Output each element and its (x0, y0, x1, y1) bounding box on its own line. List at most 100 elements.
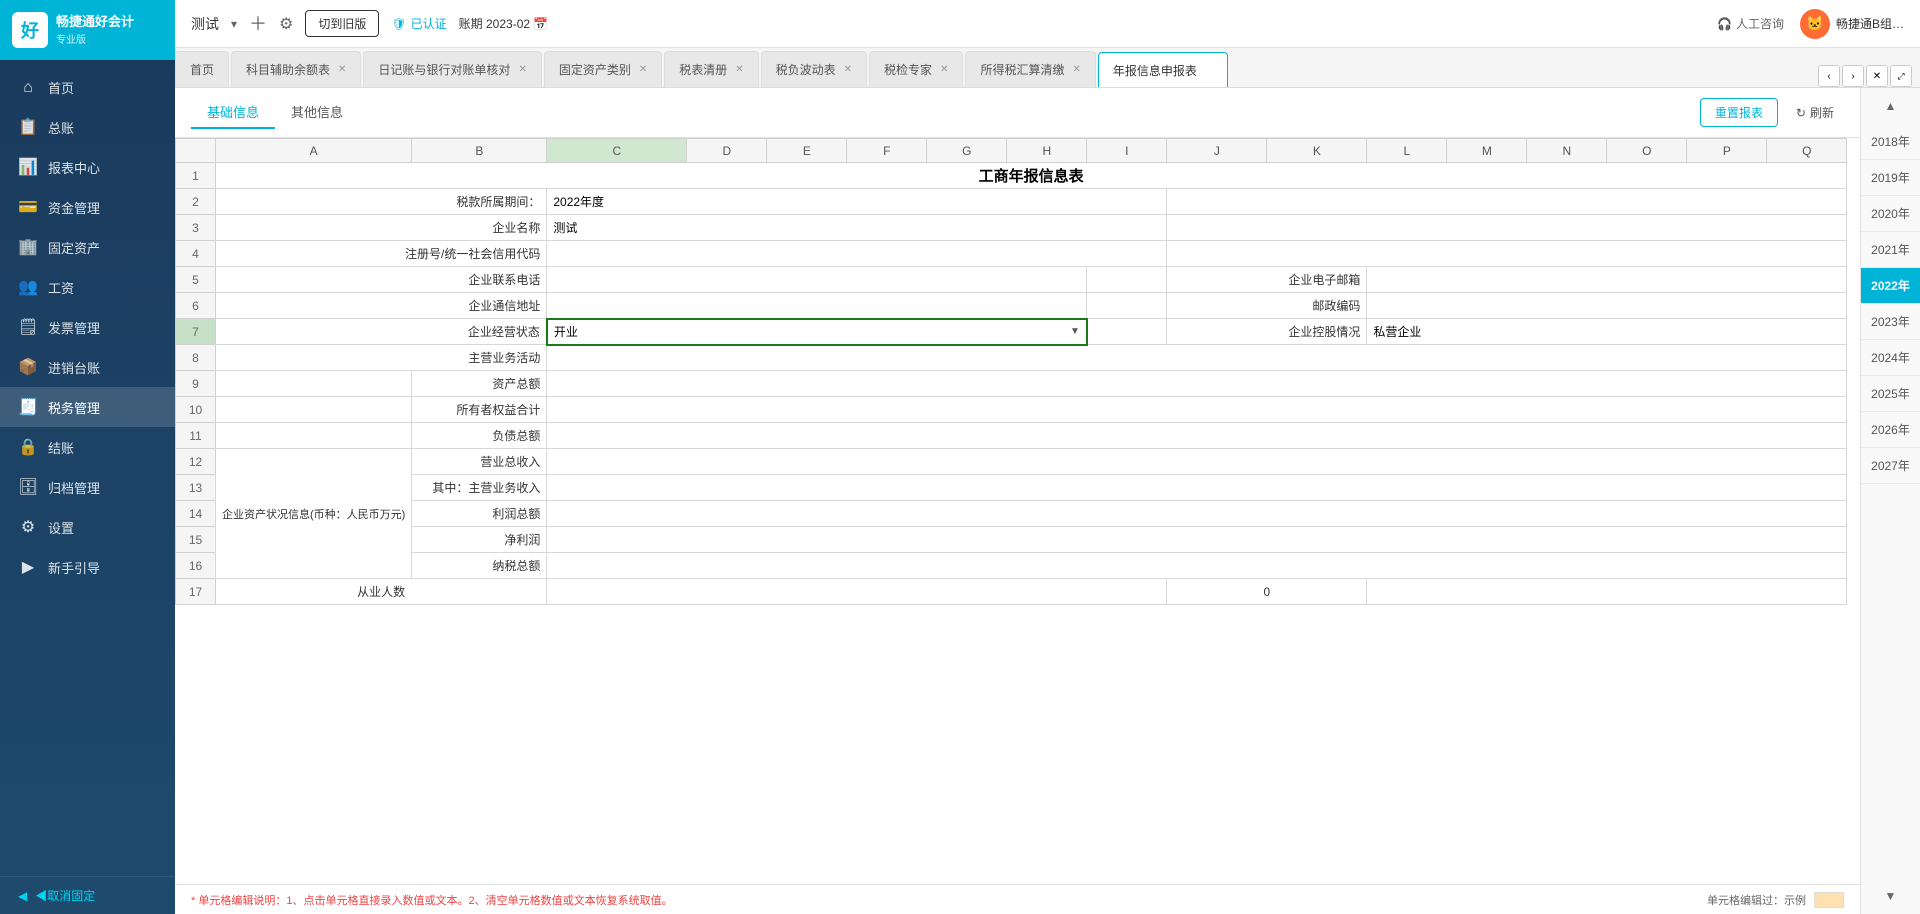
sidebar-item-closing[interactable]: 🔒 结账 (0, 427, 175, 467)
sidebar-item-purchase[interactable]: 📦 进销台账 (0, 347, 175, 387)
sidebar-item-home[interactable]: ⌂ 首页 (0, 68, 175, 107)
sidebar-item-tax[interactable]: 🧾 税务管理 (0, 387, 175, 427)
year-scroll-down-btn[interactable]: ▼ (1877, 882, 1905, 910)
employees-zero: 0 (1167, 579, 1367, 605)
old-version-button[interactable]: 切到旧版 (305, 10, 379, 37)
year-item-2019[interactable]: 2019年 (1861, 160, 1920, 196)
row-num-7: 7 (176, 319, 216, 345)
sidebar-item-settings[interactable]: ⚙ 设置 (0, 507, 175, 547)
sidebar-pin-toggle[interactable]: ◀ ◀取消固定 (0, 876, 175, 914)
revenue-value[interactable] (547, 449, 1847, 475)
sidebar-item-salary[interactable]: 👥 工资 (0, 267, 175, 307)
topbar-company-name: 测试 (191, 14, 219, 34)
topbar-period: 账期 2023-02 📅 (459, 15, 549, 32)
tab-close-icon[interactable]: ✕ (940, 64, 948, 75)
year-item-2023[interactable]: 2023年 (1861, 304, 1920, 340)
tab-aux-balance[interactable]: 科目辅助余额表 ✕ (231, 51, 361, 87)
row-num-11: 11 (176, 423, 216, 449)
col-header-f: F (847, 139, 927, 163)
biz-status-dropdown[interactable]: 开业 ▼ (547, 319, 1087, 345)
reset-button[interactable]: 重置报表 (1700, 98, 1778, 127)
refresh-button[interactable]: ↻ 刷新 (1786, 98, 1844, 127)
tab-home[interactable]: 首页 (175, 51, 229, 87)
year-item-2025[interactable]: 2025年 (1861, 376, 1920, 412)
sidebar-item-assets[interactable]: 🏢 固定资产 (0, 227, 175, 267)
tab-close-all-btn[interactable]: ✕ (1866, 65, 1888, 87)
tab-income-tax[interactable]: 所得税汇算清缴 ✕ (965, 51, 1095, 87)
tab-label: 所得税汇算清缴 (980, 61, 1064, 78)
pin-label: ◀取消固定 (35, 887, 95, 904)
employees-value[interactable] (547, 579, 1167, 605)
year-item-2018[interactable]: 2018年 (1861, 124, 1920, 160)
topbar-dropdown-btn[interactable]: ▾ (231, 17, 237, 31)
tab-tax-expert[interactable]: 税检专家 ✕ (869, 51, 963, 87)
year-scroll-up-btn[interactable]: ▲ (1877, 92, 1905, 120)
tab-tax-return[interactable]: 税表清册 ✕ (664, 51, 758, 87)
postcode-value[interactable] (1367, 293, 1847, 319)
tab-close-icon[interactable]: ✕ (735, 64, 743, 75)
user-menu[interactable]: 🐱 畅捷通B组… (1800, 9, 1904, 39)
sidebar-item-label: 发票管理 (48, 318, 100, 337)
sidebar-item-invoice[interactable]: 🗒 发票管理 (0, 307, 175, 347)
funds-icon: 💳 (18, 197, 38, 217)
tab-close-icon[interactable]: ✕ (844, 64, 852, 75)
grid-container[interactable]: A B C D E F G H I J K L M (175, 138, 1860, 884)
company-name-value[interactable]: 测试 (547, 215, 1167, 241)
period-value-cell[interactable]: 2022年度 (547, 189, 1167, 215)
col-header-e: E (767, 139, 847, 163)
sidebar-item-reports[interactable]: 📊 报表中心 (0, 147, 175, 187)
main-biz-value[interactable] (547, 345, 1847, 371)
year-item-2020[interactable]: 2020年 (1861, 196, 1920, 232)
topbar-add-btn[interactable]: ＋ (249, 15, 267, 33)
empty-cell (1167, 215, 1847, 241)
tab-close-icon[interactable]: ✕ (518, 64, 526, 75)
calendar-icon[interactable]: 📅 (533, 17, 548, 31)
tab-label: 科目辅助余额表 (246, 61, 330, 78)
sheet-toolbar: 基础信息 其他信息 重置报表 ↻ 刷新 (175, 88, 1860, 138)
year-item-2026[interactable]: 2026年 (1861, 412, 1920, 448)
year-item-2021[interactable]: 2021年 (1861, 232, 1920, 268)
address-value[interactable] (547, 293, 1087, 319)
empty-a11 (216, 423, 412, 449)
tax-total-label: 纳税总额 (412, 553, 547, 579)
sheet-tab-basic[interactable]: 基础信息 (191, 96, 275, 129)
tab-prev-btn[interactable]: ‹ (1818, 65, 1840, 87)
tab-close-icon[interactable]: ✕ (1205, 65, 1213, 76)
table-row: 12 企业资产状况信息(币种：人民币万元) 营业总收入 (176, 449, 1847, 475)
title-cell[interactable]: 工商年报信息表 (216, 163, 1847, 189)
tab-next-btn[interactable]: › (1842, 65, 1864, 87)
liabilities-value[interactable] (547, 423, 1847, 449)
year-item-2027[interactable]: 2027年 (1861, 448, 1920, 484)
equity-value[interactable] (547, 397, 1847, 423)
sidebar-item-archive[interactable]: 🗄 归档管理 (0, 467, 175, 507)
sidebar-item-ledger[interactable]: 📋 总账 (0, 107, 175, 147)
year-item-2022[interactable]: 2022年 (1861, 268, 1920, 304)
phone-value[interactable] (547, 267, 1087, 293)
sidebar-item-guide[interactable]: ▶ 新手引导 (0, 547, 175, 587)
tab-expand-btn[interactable]: ⤢ (1890, 65, 1912, 87)
liabilities-label: 负债总额 (412, 423, 547, 449)
col-header-l: L (1367, 139, 1447, 163)
sheet-tab-other[interactable]: 其他信息 (275, 96, 359, 129)
email-value[interactable] (1367, 267, 1847, 293)
net-profit-value[interactable] (547, 527, 1847, 553)
tab-close-icon[interactable]: ✕ (639, 64, 647, 75)
tab-close-icon[interactable]: ✕ (338, 64, 346, 75)
tax-total-value[interactable] (547, 553, 1847, 579)
main-revenue-value[interactable] (547, 475, 1847, 501)
year-item-2024[interactable]: 2024年 (1861, 340, 1920, 376)
service-button[interactable]: 🎧 人工咨询 (1717, 15, 1784, 32)
topbar-settings-btn[interactable]: ⚙ (279, 14, 293, 34)
total-assets-value[interactable] (547, 371, 1847, 397)
tab-fixed-assets[interactable]: 固定资产类别 ✕ (544, 51, 662, 87)
refresh-label: 刷新 (1810, 104, 1834, 121)
tab-tax-change[interactable]: 税负波动表 ✕ (761, 51, 867, 87)
profit-value[interactable] (547, 501, 1847, 527)
tab-bank-check[interactable]: 日记账与银行对账单核对 ✕ (363, 51, 541, 87)
sidebar-item-funds[interactable]: 💳 资金管理 (0, 187, 175, 227)
tab-annual-report[interactable]: 年报信息申报表 ✕ (1098, 52, 1228, 88)
reg-num-value[interactable] (547, 241, 1167, 267)
tab-close-icon[interactable]: ✕ (1072, 64, 1080, 75)
row-num-2: 2 (176, 189, 216, 215)
ownership-value[interactable]: 私营企业 (1367, 319, 1847, 345)
